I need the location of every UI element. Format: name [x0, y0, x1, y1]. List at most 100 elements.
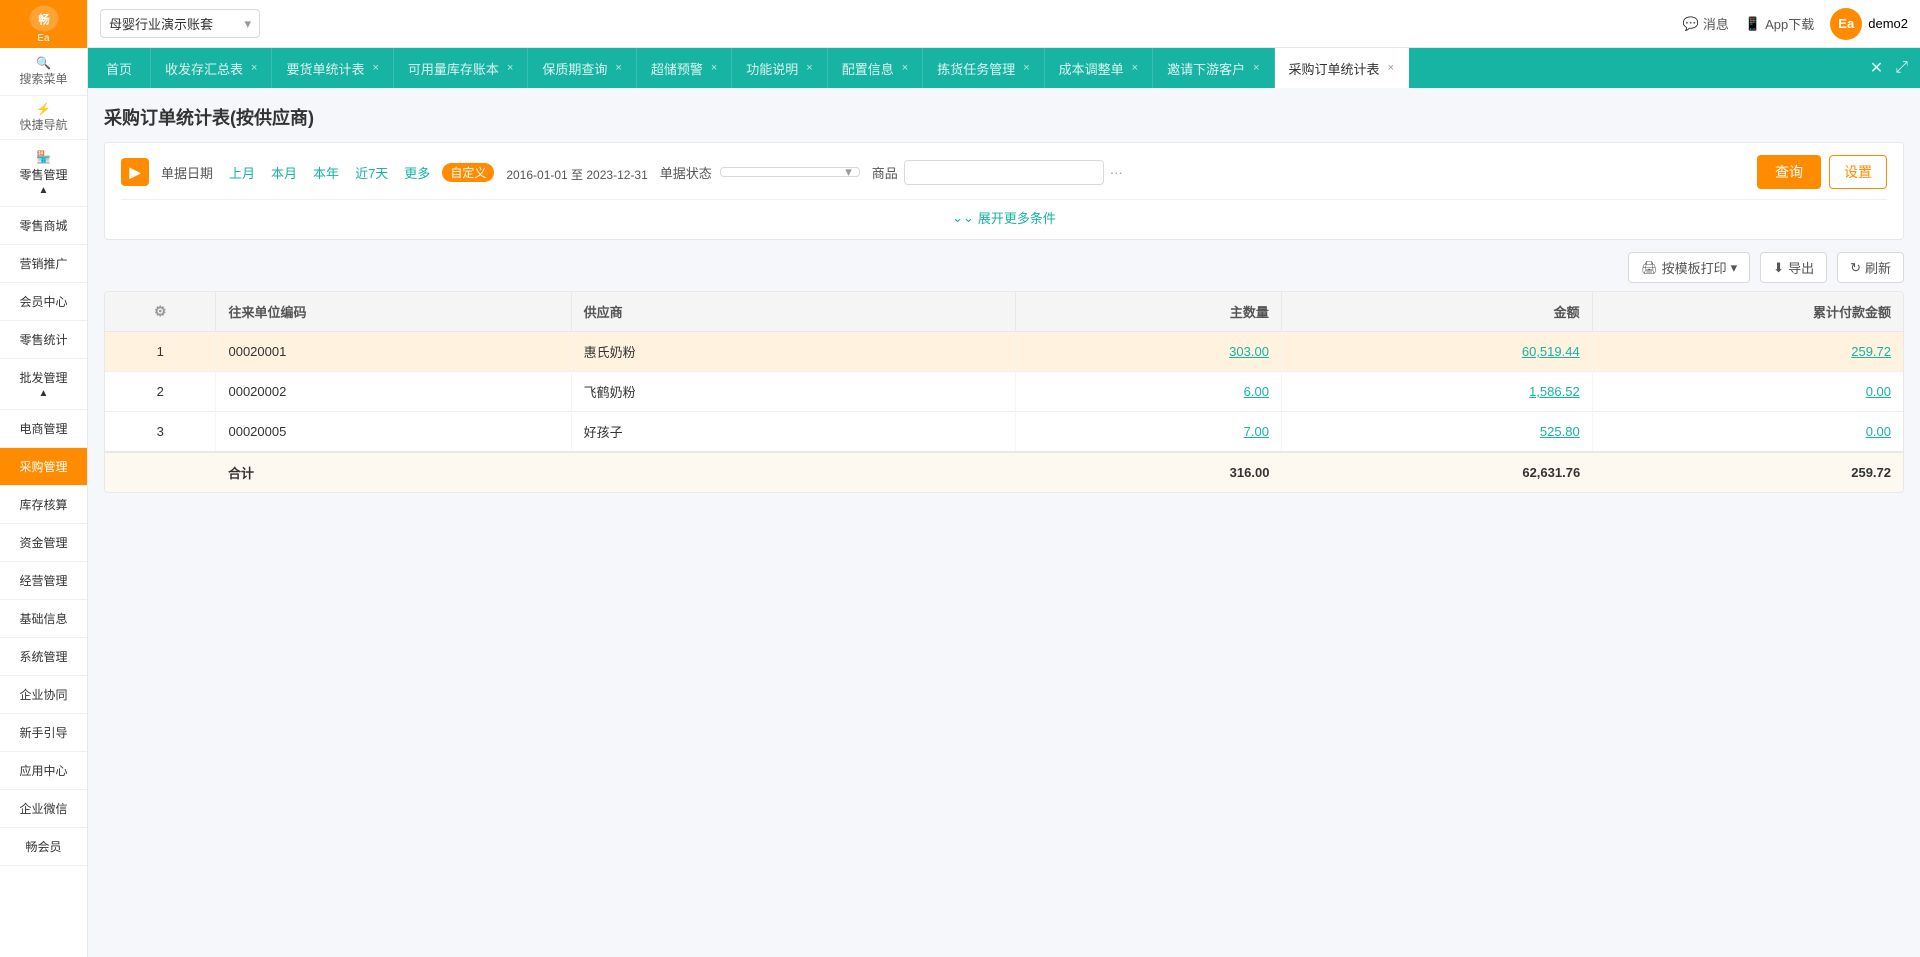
export-button[interactable]: ⬇ 导出	[1760, 252, 1827, 283]
query-button[interactable]: 查询	[1757, 155, 1821, 189]
amount-link[interactable]: 1,586.52	[1529, 384, 1580, 399]
print-button[interactable]: 🖨 按模板打印 ▾	[1628, 252, 1750, 283]
tab-close-window-button[interactable]: ✕	[1866, 54, 1887, 82]
sidebar-item-basic[interactable]: 基础信息	[0, 600, 87, 638]
row-supplier: 惠氏奶粉	[571, 332, 1015, 372]
tab-cost-adjust[interactable]: 成本调整单 ×	[1045, 48, 1153, 88]
tab-overstock-alert[interactable]: 超储预警 ×	[637, 48, 732, 88]
tab-available-stock-label: 可用量库存账本	[408, 59, 499, 78]
sidebar-item-finance[interactable]: 资金管理	[0, 524, 87, 562]
status-filter: 单据状态	[660, 163, 860, 182]
sidebar-item-guide[interactable]: 新手引导	[0, 714, 87, 752]
sidebar-item-marketing[interactable]: 营销推广	[0, 245, 87, 283]
app-download-button[interactable]: 📱 App下载	[1745, 14, 1814, 33]
status-select-wrapper[interactable]	[720, 167, 860, 177]
custom-date-badge[interactable]: 自定义	[442, 163, 494, 182]
tab-expiry-query-label: 保质期查询	[542, 59, 607, 78]
expand-more-button[interactable]: ⌄⌄ 展开更多条件	[952, 208, 1056, 227]
row-amount: 60,519.44	[1281, 332, 1592, 372]
goods-more-icon[interactable]: ···	[1110, 165, 1123, 180]
shortcut-this-month[interactable]: 本月	[267, 161, 301, 184]
table-row[interactable]: 3 00020005 好孩子 7.00 525.80 0.00	[105, 412, 1903, 453]
col-header-setting[interactable]: ⚙	[105, 292, 216, 332]
status-filter-label: 单据状态	[660, 163, 712, 182]
amount-link[interactable]: 60,519.44	[1522, 344, 1580, 359]
refresh-label: 刷新	[1865, 258, 1891, 277]
shortcut-more[interactable]: 更多	[400, 161, 434, 184]
goods-input[interactable]	[904, 160, 1104, 185]
tab-close-icon-active[interactable]: ×	[1388, 62, 1394, 74]
qty-link[interactable]: 7.00	[1244, 424, 1269, 439]
tab-purchase-order-stats[interactable]: 采购订单统计表 ×	[1275, 48, 1409, 88]
qty-link[interactable]: 6.00	[1244, 384, 1269, 399]
column-settings-icon[interactable]: ⚙	[154, 303, 167, 319]
company-dropdown[interactable]: 母婴行业演示账套 ▾	[100, 9, 260, 38]
sidebar-item-vip[interactable]: 畅会员	[0, 828, 87, 866]
sidebar-finance-label: 资金管理	[19, 534, 67, 551]
tab-maximize-button[interactable]: ⤢	[1891, 55, 1912, 81]
settings-button[interactable]: 设置	[1829, 155, 1887, 189]
tab-expiry-query[interactable]: 保质期查询 ×	[528, 48, 636, 88]
tab-close-icon[interactable]: ×	[1023, 62, 1029, 74]
search-icon: 🔍	[4, 56, 83, 70]
tab-purchase-stats[interactable]: 要货单统计表 ×	[272, 48, 393, 88]
tab-close-icon[interactable]: ×	[711, 62, 717, 74]
amount-link[interactable]: 525.80	[1540, 424, 1580, 439]
sidebar-cooperation-label: 企业协同	[19, 686, 67, 703]
filter-toggle-button[interactable]: ▶	[121, 158, 149, 186]
sidebar-item-retail-stats[interactable]: 零售统计	[0, 321, 87, 359]
row-number: 1	[105, 332, 216, 372]
tab-config-info[interactable]: 配置信息 ×	[828, 48, 923, 88]
footer-empty-1	[105, 452, 216, 492]
tab-receive-summary[interactable]: 收发存汇总表 ×	[151, 48, 272, 88]
sidebar-item-search[interactable]: 🔍 搜索菜单	[0, 48, 87, 96]
tab-close-icon[interactable]: ×	[806, 62, 812, 74]
sidebar-item-inventory[interactable]: 库存核算	[0, 486, 87, 524]
sidebar-item-system[interactable]: 系统管理	[0, 638, 87, 676]
shortcut-last-7-days[interactable]: 近7天	[351, 161, 392, 184]
export-label: 导出	[1788, 258, 1814, 277]
paid-link[interactable]: 259.72	[1851, 344, 1891, 359]
refresh-button[interactable]: ↻ 刷新	[1837, 252, 1904, 283]
tab-close-icon[interactable]: ×	[372, 62, 378, 74]
tab-picking-task[interactable]: 拣货任务管理 ×	[923, 48, 1044, 88]
tab-close-icon[interactable]: ×	[1253, 62, 1259, 74]
print-icon: 🖨	[1641, 260, 1658, 276]
sidebar-item-ecommerce[interactable]: 电商管理	[0, 410, 87, 448]
paid-link[interactable]: 0.00	[1866, 424, 1891, 439]
paid-link[interactable]: 0.00	[1866, 384, 1891, 399]
table-row[interactable]: 2 00020002 飞鹤奶粉 6.00 1,586.52 0.00	[105, 372, 1903, 412]
sidebar-item-retail-shop[interactable]: 零售商城	[0, 207, 87, 245]
shortcut-this-year[interactable]: 本年	[309, 161, 343, 184]
sidebar-item-purchase[interactable]: 采购管理	[0, 448, 87, 486]
status-select[interactable]	[720, 167, 860, 177]
sidebar-item-operations[interactable]: 经营管理	[0, 562, 87, 600]
sidebar-item-retail[interactable]: 🏪 零售管理 ▲	[0, 140, 87, 207]
date-shortcuts: 上月 本月 本年 近7天 更多 自定义	[225, 161, 494, 184]
tab-home[interactable]: 首页	[88, 48, 151, 88]
tab-available-stock[interactable]: 可用量库存账本 ×	[394, 48, 528, 88]
sidebar-item-quick-nav[interactable]: ⚡ 快捷导航	[0, 96, 87, 140]
qty-link[interactable]: 303.00	[1229, 344, 1269, 359]
row-unit-code: 00020005	[216, 412, 571, 453]
sidebar-ecommerce-label: 电商管理	[19, 420, 67, 437]
tab-close-icon[interactable]: ×	[1132, 62, 1138, 74]
tab-close-icon[interactable]: ×	[902, 62, 908, 74]
tab-close-icon[interactable]: ×	[507, 62, 513, 74]
tab-function-desc[interactable]: 功能说明 ×	[732, 48, 827, 88]
chevron-down-icon-topbar: ▾	[244, 16, 251, 32]
table-row[interactable]: 1 00020001 惠氏奶粉 303.00 60,519.44 259.72	[105, 332, 1903, 372]
sidebar-item-apps[interactable]: 应用中心	[0, 752, 87, 790]
user-menu[interactable]: Ea demo2	[1830, 8, 1908, 40]
sidebar-item-member[interactable]: 会员中心	[0, 283, 87, 321]
tab-close-icon[interactable]: ×	[251, 62, 257, 74]
tab-close-icon[interactable]: ×	[615, 62, 621, 74]
sidebar-item-wechat[interactable]: 企业微信	[0, 790, 87, 828]
sidebar-item-wholesale[interactable]: 批发管理 ▲	[0, 359, 87, 410]
shortcut-last-month[interactable]: 上月	[225, 161, 259, 184]
row-unit-code: 00020002	[216, 372, 571, 412]
filter-actions: 查询 设置	[1757, 155, 1887, 189]
message-button[interactable]: 💬 消息	[1683, 14, 1729, 33]
sidebar-item-cooperation[interactable]: 企业协同	[0, 676, 87, 714]
tab-invite-downstream[interactable]: 邀请下游客户 ×	[1153, 48, 1274, 88]
